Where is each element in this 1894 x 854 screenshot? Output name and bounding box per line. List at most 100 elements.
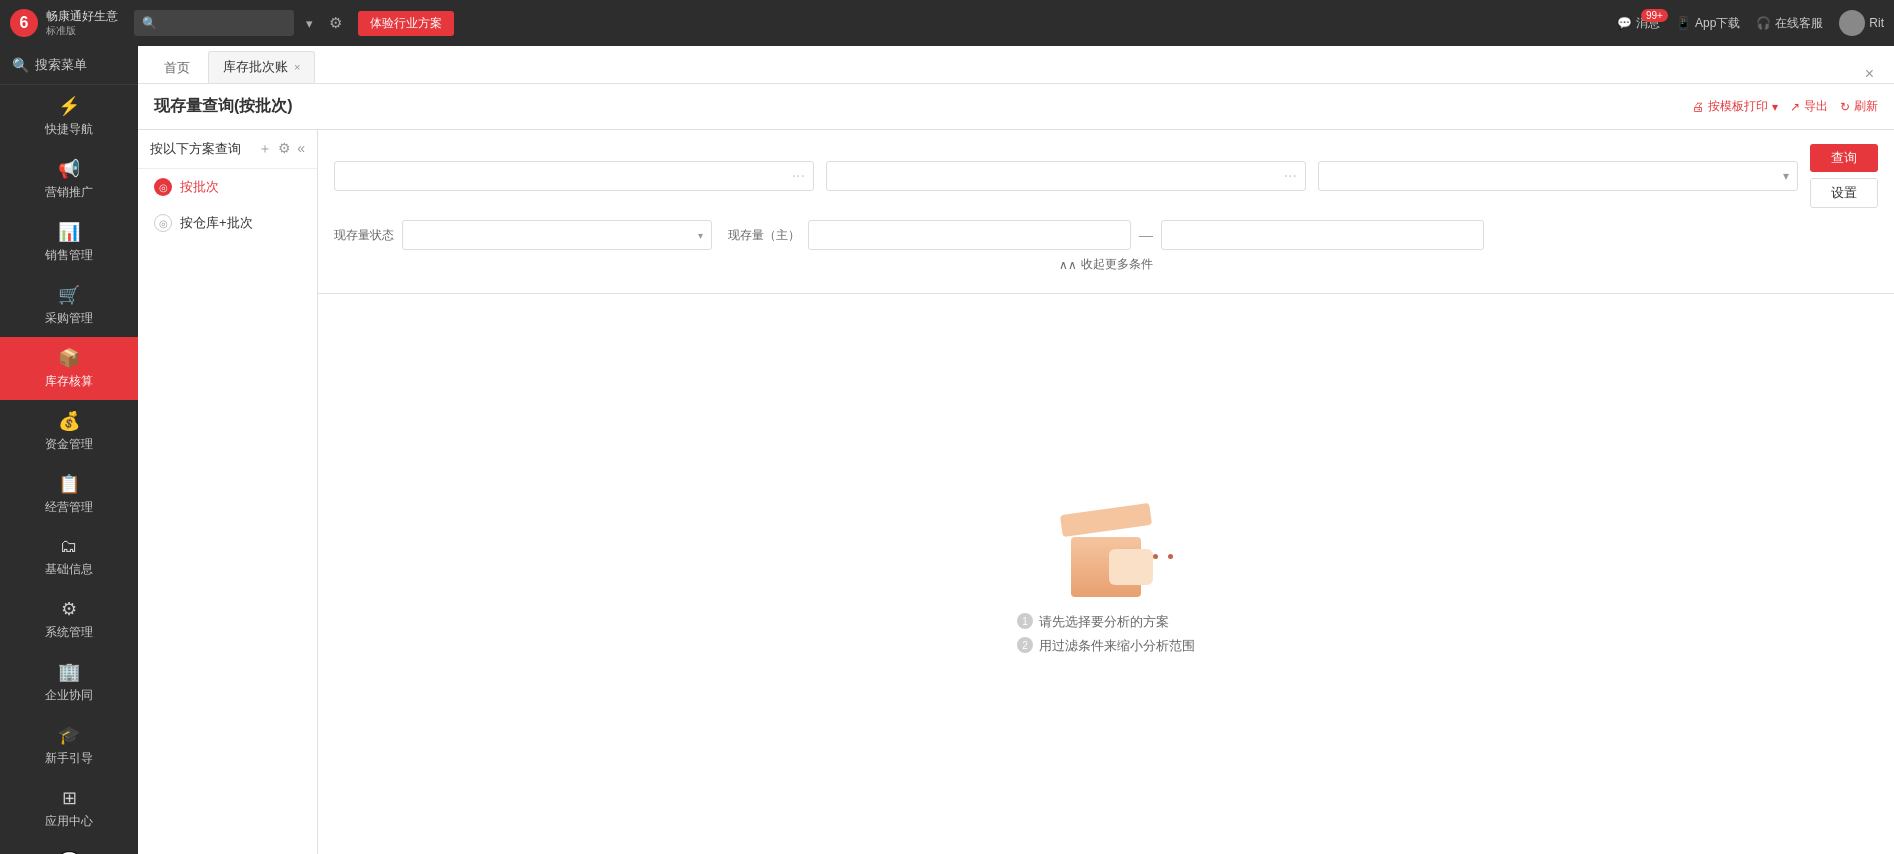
tab-batch-account[interactable]: 库存批次账 × bbox=[208, 51, 315, 83]
range-separator: — bbox=[1139, 227, 1153, 243]
print-button[interactable]: 🖨 按模板打印 ▾ bbox=[1692, 98, 1778, 115]
sidebar-item-finance[interactable]: 💰 资金管理 bbox=[0, 400, 138, 463]
tab-home[interactable]: 首页 bbox=[150, 53, 204, 83]
status-field: ▾ bbox=[1318, 161, 1798, 191]
page-header-actions: 🖨 按模板打印 ▾ ↗ 导出 ↻ 刷新 bbox=[1692, 98, 1878, 115]
query-button[interactable]: 查询 bbox=[1810, 144, 1878, 172]
operations-icon: 📋 bbox=[58, 473, 80, 495]
collapse-button[interactable]: ∧∧ 收起更多条件 bbox=[1059, 256, 1153, 273]
sidebar-item-purchase[interactable]: 🛒 采购管理 bbox=[0, 274, 138, 337]
inventory-status-dropdown[interactable] bbox=[411, 228, 698, 242]
refresh-icon: ↻ bbox=[1840, 100, 1850, 114]
inventory-amount-field: 现存量（主） — bbox=[728, 220, 1484, 250]
system-icon: ⚙ bbox=[61, 598, 77, 620]
filter-panel-actions: ＋ ⚙ « bbox=[258, 140, 305, 158]
query-form: ··· ··· bbox=[318, 130, 1894, 294]
sidebar-search-label: 搜索菜单 bbox=[35, 56, 87, 74]
filter-add-button[interactable]: ＋ bbox=[258, 140, 272, 158]
wechat-icon: 💬 bbox=[58, 850, 80, 854]
inventory-amount-to-input[interactable] bbox=[1170, 228, 1475, 242]
product-dots[interactable]: ··· bbox=[1284, 167, 1297, 185]
apps-icon: ⊞ bbox=[62, 787, 77, 809]
box-lid bbox=[1060, 503, 1152, 537]
brand-sub: 标准版 bbox=[46, 24, 118, 37]
sidebar-item-basic[interactable]: 🗂 基础信息 bbox=[0, 526, 138, 588]
filter-panel: 按以下方案查询 ＋ ⚙ « ◎ 按批次 ◎ bbox=[138, 130, 318, 854]
trial-button[interactable]: 体验行业方案 bbox=[358, 11, 454, 36]
filter-option-by-batch[interactable]: ◎ 按批次 bbox=[138, 169, 317, 205]
app-download-button[interactable]: 📱 App下载 bbox=[1676, 15, 1740, 32]
filter-batch-label: 按批次 bbox=[180, 178, 219, 196]
main-panel: ··· ··· bbox=[318, 130, 1894, 854]
sidebar-item-label: 销售管理 bbox=[45, 247, 93, 264]
export-button[interactable]: ↗ 导出 bbox=[1790, 98, 1828, 115]
status-dropdown-icon[interactable]: ▾ bbox=[1783, 169, 1789, 183]
filter-option-warehouse-batch[interactable]: ◎ 按仓库+批次 bbox=[138, 205, 317, 241]
sidebar-search[interactable]: 🔍 搜索菜单 bbox=[0, 46, 138, 85]
search-box[interactable]: 🔍 bbox=[134, 10, 294, 36]
headset-icon: 🎧 bbox=[1756, 16, 1771, 30]
sales-icon: 📊 bbox=[58, 221, 80, 243]
sidebar-item-label: 经营管理 bbox=[45, 499, 93, 516]
filter-panel-header: 按以下方案查询 ＋ ⚙ « bbox=[138, 130, 317, 169]
sidebar-item-inventory[interactable]: 📦 库存核算 bbox=[0, 337, 138, 400]
print-label: 按模板打印 bbox=[1708, 98, 1768, 115]
sidebar-item-system[interactable]: ⚙ 系统管理 bbox=[0, 588, 138, 651]
sidebar: 🔍 搜索菜单 ⚡ 快捷导航 📢 营销推广 📊 销售管理 🛒 采购管理 📦 库存核… bbox=[0, 46, 138, 854]
page-header: 现存量查询(按批次) 🖨 按模板打印 ▾ ↗ 导出 ↻ 刷新 bbox=[138, 84, 1894, 130]
user-avatar-button[interactable]: Rit bbox=[1839, 10, 1884, 36]
box-eye-right bbox=[1168, 554, 1173, 559]
sidebar-item-apps[interactable]: ⊞ 应用中心 bbox=[0, 777, 138, 840]
app-brand: 畅康通好生意 标准版 bbox=[46, 9, 118, 36]
filter-collapse-button[interactable]: « bbox=[297, 140, 305, 158]
sidebar-item-wechat[interactable]: 💬 企业微信 bbox=[0, 840, 138, 854]
sidebar-item-sales[interactable]: 📊 销售管理 bbox=[0, 211, 138, 274]
inventory-amount-label: 现存量（主） bbox=[728, 227, 800, 244]
page-title: 现存量查询(按批次) bbox=[154, 96, 293, 117]
basic-icon: 🗂 bbox=[60, 536, 78, 557]
sidebar-item-newbie[interactable]: 🎓 新手引导 bbox=[0, 714, 138, 777]
inventory-icon: 📦 bbox=[58, 347, 80, 369]
product-input[interactable] bbox=[835, 169, 1280, 183]
search-chevron-icon[interactable]: ▾ bbox=[306, 16, 313, 31]
filter-settings-button[interactable]: ⚙ bbox=[278, 140, 291, 158]
collapse-icon: ∧∧ bbox=[1059, 258, 1077, 272]
box-face bbox=[1109, 549, 1153, 585]
empty-tips: 1 请先选择要分析的方案 2 用过滤条件来缩小分析范围 bbox=[1017, 613, 1195, 661]
messages-badge: 99+ bbox=[1641, 9, 1668, 22]
inventory-status-select[interactable]: ▾ bbox=[402, 220, 712, 250]
warehouse-input[interactable] bbox=[343, 169, 788, 183]
warehouse-dots[interactable]: ··· bbox=[792, 167, 805, 185]
customer-service-button[interactable]: 🎧 在线客服 bbox=[1756, 15, 1823, 32]
sidebar-item-enterprise[interactable]: 🏢 企业协同 bbox=[0, 651, 138, 714]
inventory-amount-from-input[interactable] bbox=[817, 228, 1122, 242]
empty-tip-1: 1 请先选择要分析的方案 bbox=[1017, 613, 1195, 631]
refresh-button[interactable]: ↻ 刷新 bbox=[1840, 98, 1878, 115]
sidebar-item-operations[interactable]: 📋 经营管理 bbox=[0, 463, 138, 526]
sidebar-item-quick-nav[interactable]: ⚡ 快捷导航 bbox=[0, 85, 138, 148]
sidebar-item-marketing[interactable]: 📢 营销推广 bbox=[0, 148, 138, 211]
topbar: 6 畅康通好生意 标准版 🔍 ▾ ⚙ 体验行业方案 💬 消息 99+ 📱 App… bbox=[0, 0, 1894, 46]
tab-close-icon[interactable]: × bbox=[294, 61, 300, 73]
settings-icon[interactable]: ⚙ bbox=[329, 14, 342, 32]
filter-batch-icon-inner: ◎ bbox=[159, 182, 168, 193]
tab-home-label: 首页 bbox=[164, 59, 190, 77]
action-buttons: 查询 设置 bbox=[1810, 144, 1878, 208]
inventory-status-arrow-icon: ▾ bbox=[698, 230, 703, 241]
close-all-icon[interactable]: × bbox=[1857, 65, 1882, 83]
customer-service-label: 在线客服 bbox=[1775, 15, 1823, 32]
settings-button[interactable]: 设置 bbox=[1810, 178, 1878, 208]
sidebar-item-label: 快捷导航 bbox=[45, 121, 93, 138]
product-input-wrap: ··· bbox=[826, 161, 1306, 191]
sidebar-item-label: 资金管理 bbox=[45, 436, 93, 453]
collapse-label: 收起更多条件 bbox=[1081, 256, 1153, 273]
export-label: 导出 bbox=[1804, 98, 1828, 115]
app-logo: 6 bbox=[10, 9, 38, 37]
messages-button[interactable]: 💬 消息 99+ bbox=[1617, 15, 1660, 32]
finance-icon: 💰 bbox=[58, 410, 80, 432]
inventory-amount-from bbox=[808, 220, 1131, 250]
print-dropdown-icon[interactable]: ▾ bbox=[1772, 100, 1778, 114]
tip2-text: 用过滤条件来缩小分析范围 bbox=[1039, 637, 1195, 655]
status-input[interactable] bbox=[1327, 169, 1779, 183]
sidebar-item-label: 采购管理 bbox=[45, 310, 93, 327]
